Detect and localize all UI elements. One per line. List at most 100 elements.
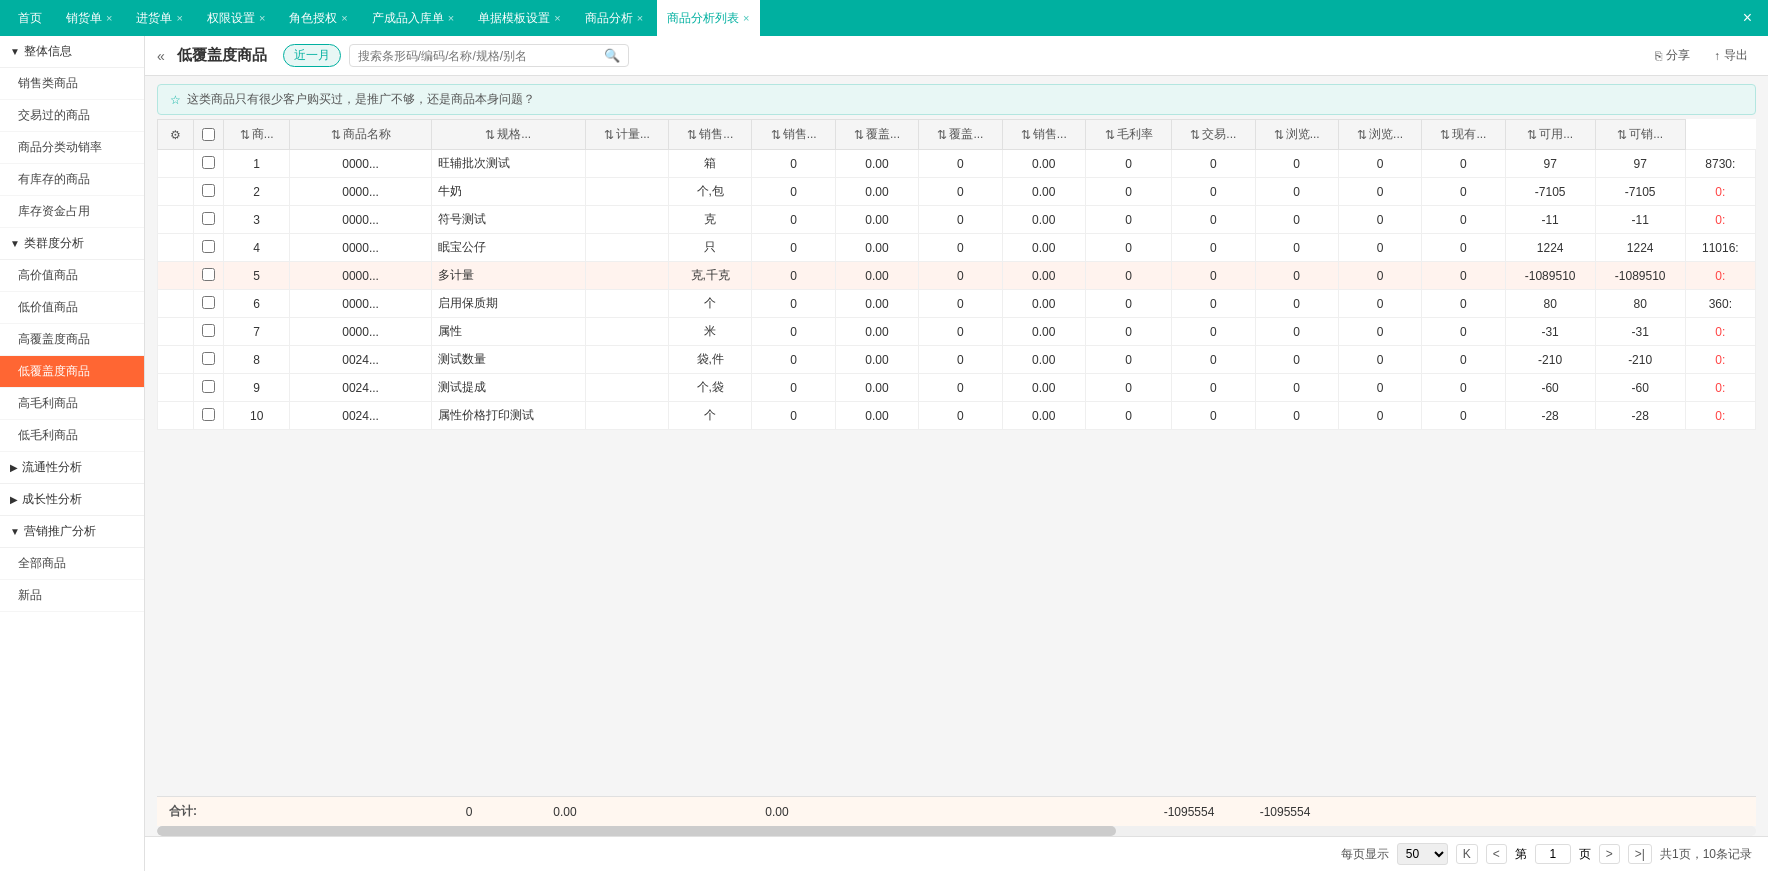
col-gear[interactable]: ⚙ xyxy=(158,120,194,150)
browse1-link-3[interactable]: 0 xyxy=(1377,241,1384,255)
sort-icon[interactable]: ⇅ xyxy=(331,128,341,142)
sort-icon[interactable]: ⇅ xyxy=(1021,128,1031,142)
nav-close-permission[interactable]: × xyxy=(259,12,265,24)
sidebar-item-low-coverage[interactable]: 低覆盖度商品 xyxy=(0,356,144,388)
page-size-select[interactable]: 50 20 100 xyxy=(1397,843,1448,865)
nav-close-finished-goods[interactable]: × xyxy=(448,12,454,24)
sidebar-item-new-goods[interactable]: 新品 xyxy=(0,580,144,612)
sidebar-item-low-margin[interactable]: 低毛利商品 xyxy=(0,420,144,452)
sort-icon[interactable]: ⇅ xyxy=(485,128,495,142)
sidebar-section-group-analysis[interactable]: ▼ 类群度分析 xyxy=(0,228,144,260)
sort-icon[interactable]: ⇅ xyxy=(1527,128,1537,142)
search-input[interactable] xyxy=(358,49,600,63)
sidebar-item-sales-goods[interactable]: 销售类商品 xyxy=(0,68,144,100)
row-browse1-0[interactable]: 0 xyxy=(1338,150,1421,178)
table-container[interactable]: ⚙ ⇅商... ⇅商品名称 ⇅规格... xyxy=(157,119,1756,796)
nav-close-sales-order[interactable]: × xyxy=(106,12,112,24)
nav-product-analysis[interactable]: 商品分析 × xyxy=(575,0,653,36)
browse1-link-8[interactable]: 0 xyxy=(1377,381,1384,395)
nav-close-template[interactable]: × xyxy=(554,12,560,24)
row-checkbox-4[interactable] xyxy=(194,262,224,290)
row-select-2[interactable] xyxy=(202,212,215,225)
row-checkbox-9[interactable] xyxy=(194,402,224,430)
row-select-7[interactable] xyxy=(202,352,215,365)
sort-icon[interactable]: ⇅ xyxy=(604,128,614,142)
nav-purchase-order[interactable]: 进货单 × xyxy=(126,0,192,36)
browse1-link-4[interactable]: 0 xyxy=(1377,269,1384,283)
first-page-button[interactable]: K xyxy=(1456,844,1478,864)
nav-close-product-analysis-list[interactable]: × xyxy=(743,12,749,24)
nav-sales-order[interactable]: 销货单 × xyxy=(56,0,122,36)
row-browse1-7[interactable]: 0 xyxy=(1338,346,1421,374)
nav-home[interactable]: 首页 xyxy=(8,0,52,36)
sidebar-section-marketing[interactable]: ▼ 营销推广分析 xyxy=(0,516,144,548)
row-checkbox-0[interactable] xyxy=(194,150,224,178)
sort-icon[interactable]: ⇅ xyxy=(1274,128,1284,142)
sidebar-item-category-rate[interactable]: 商品分类动销率 xyxy=(0,132,144,164)
row-browse1-9[interactable]: 0 xyxy=(1338,402,1421,430)
row-checkbox-5[interactable] xyxy=(194,290,224,318)
sort-icon[interactable]: ⇅ xyxy=(1105,128,1115,142)
sort-icon[interactable]: ⇅ xyxy=(687,128,697,142)
sort-icon[interactable]: ⇅ xyxy=(240,128,250,142)
row-select-4[interactable] xyxy=(202,268,215,281)
select-all-checkbox[interactable] xyxy=(202,128,215,141)
nav-close-purchase-order[interactable]: × xyxy=(176,12,182,24)
next-page-button[interactable]: > xyxy=(1599,844,1620,864)
sidebar-section-overall[interactable]: ▼ 整体信息 xyxy=(0,36,144,68)
browse1-link-7[interactable]: 0 xyxy=(1377,353,1384,367)
row-browse1-3[interactable]: 0 xyxy=(1338,234,1421,262)
sidebar-section-growth[interactable]: ▶ 成长性分析 xyxy=(0,484,144,516)
prev-page-button[interactable]: < xyxy=(1486,844,1507,864)
browse1-link-9[interactable]: 0 xyxy=(1377,409,1384,423)
horizontal-scrollbar[interactable] xyxy=(157,826,1756,836)
sidebar-section-flow[interactable]: ▶ 流通性分析 xyxy=(0,452,144,484)
filter-period-button[interactable]: 近一月 xyxy=(283,44,341,67)
sidebar-item-low-value[interactable]: 低价值商品 xyxy=(0,292,144,324)
browse1-link-6[interactable]: 0 xyxy=(1377,325,1384,339)
last-page-button[interactable]: >| xyxy=(1628,844,1652,864)
nav-template[interactable]: 单据模板设置 × xyxy=(468,0,570,36)
sidebar-item-high-value[interactable]: 高价值商品 xyxy=(0,260,144,292)
sort-icon[interactable]: ⇅ xyxy=(1440,128,1450,142)
row-browse1-6[interactable]: 0 xyxy=(1338,318,1421,346)
nav-permission[interactable]: 权限设置 × xyxy=(197,0,275,36)
nav-role-auth[interactable]: 角色授权 × xyxy=(279,0,357,36)
nav-product-analysis-list[interactable]: 商品分析列表 × xyxy=(657,0,759,36)
sort-icon[interactable]: ⇅ xyxy=(854,128,864,142)
sidebar-collapse-button[interactable]: « xyxy=(157,48,165,64)
sidebar-item-all-goods[interactable]: 全部商品 xyxy=(0,548,144,580)
sort-icon[interactable]: ⇅ xyxy=(771,128,781,142)
export-button[interactable]: ↑ 导出 xyxy=(1706,44,1756,67)
row-browse1-2[interactable]: 0 xyxy=(1338,206,1421,234)
row-checkbox-8[interactable] xyxy=(194,374,224,402)
sort-icon[interactable]: ⇅ xyxy=(1190,128,1200,142)
sidebar-item-in-stock[interactable]: 有库存的商品 xyxy=(0,164,144,196)
row-select-0[interactable] xyxy=(202,156,215,169)
share-button[interactable]: ⎘ 分享 xyxy=(1647,44,1698,67)
row-browse1-1[interactable]: 0 xyxy=(1338,178,1421,206)
row-browse1-8[interactable]: 0 xyxy=(1338,374,1421,402)
page-number-input[interactable] xyxy=(1535,844,1571,864)
row-checkbox-1[interactable] xyxy=(194,178,224,206)
window-close-button[interactable]: × xyxy=(1735,9,1760,27)
row-select-1[interactable] xyxy=(202,184,215,197)
row-checkbox-6[interactable] xyxy=(194,318,224,346)
nav-close-role-auth[interactable]: × xyxy=(341,12,347,24)
sort-icon[interactable]: ⇅ xyxy=(937,128,947,142)
row-select-9[interactable] xyxy=(202,408,215,421)
row-select-8[interactable] xyxy=(202,380,215,393)
col-checkbox[interactable] xyxy=(194,120,224,150)
row-select-5[interactable] xyxy=(202,296,215,309)
row-checkbox-2[interactable] xyxy=(194,206,224,234)
browse1-link-1[interactable]: 0 xyxy=(1377,185,1384,199)
row-browse1-5[interactable]: 0 xyxy=(1338,290,1421,318)
browse1-link-2[interactable]: 0 xyxy=(1377,213,1384,227)
nav-finished-goods[interactable]: 产成品入库单 × xyxy=(362,0,464,36)
browse1-link-5[interactable]: 0 xyxy=(1377,297,1384,311)
search-icon[interactable]: 🔍 xyxy=(604,48,620,63)
nav-close-product-analysis[interactable]: × xyxy=(637,12,643,24)
row-select-3[interactable] xyxy=(202,240,215,253)
row-checkbox-3[interactable] xyxy=(194,234,224,262)
gear-icon[interactable]: ⚙ xyxy=(170,128,181,142)
